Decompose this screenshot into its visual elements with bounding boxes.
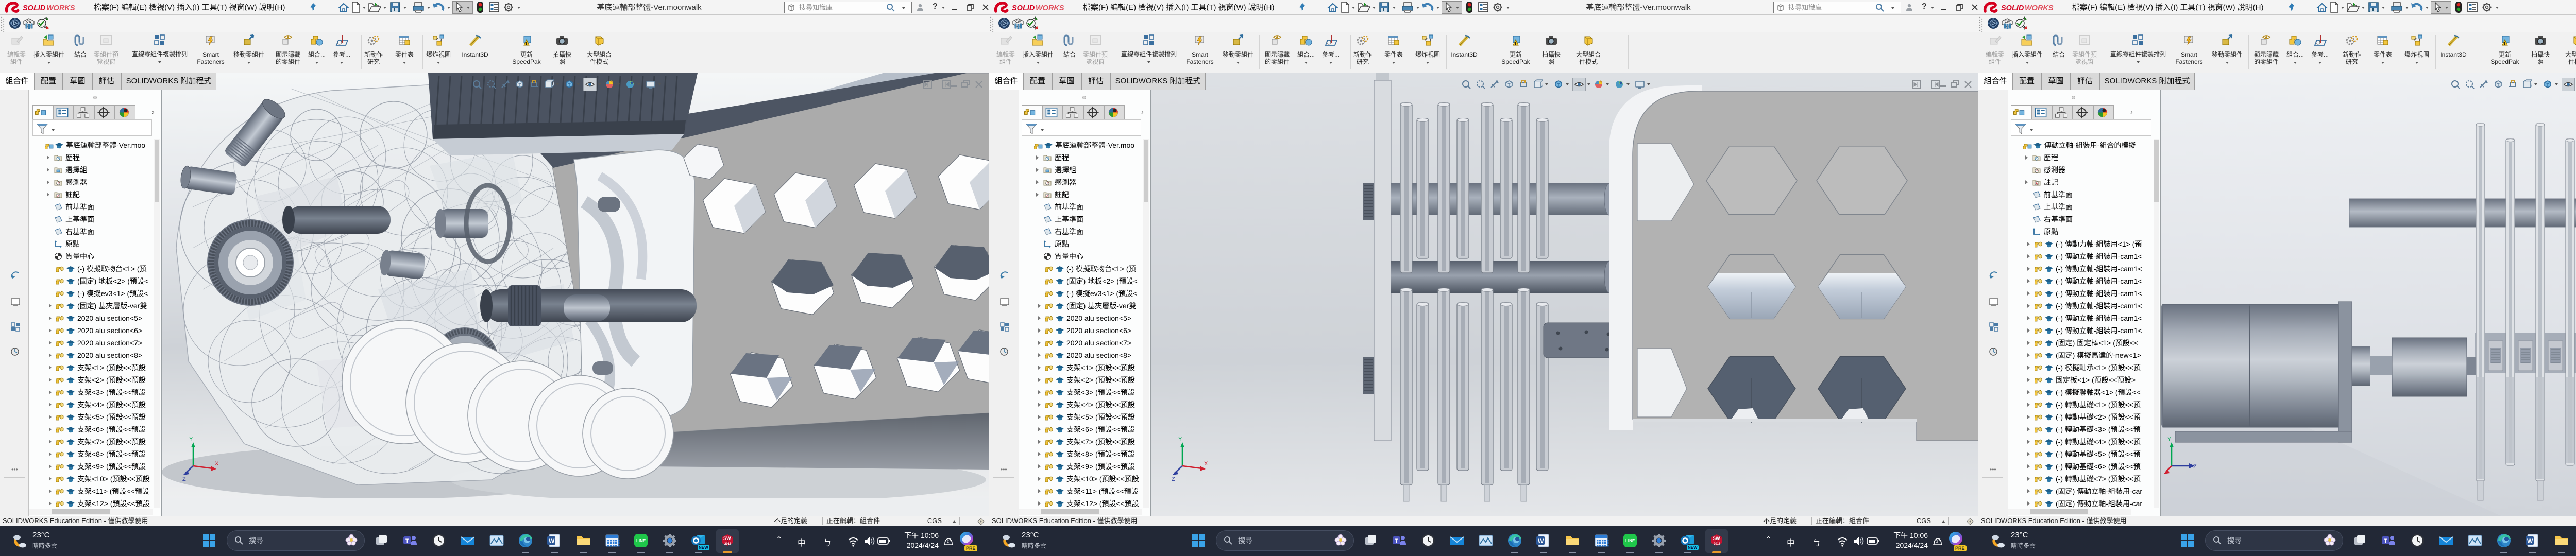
svg-text:!: ! bbox=[1515, 41, 1516, 46]
svg-text:T: T bbox=[2384, 538, 2387, 544]
svg-text:A: A bbox=[2036, 183, 2038, 186]
svg-text:z: z bbox=[947, 539, 949, 544]
svg-text:Y: Y bbox=[2167, 436, 2172, 442]
svg-text:W: W bbox=[2527, 537, 2533, 545]
svg-text:SW: SW bbox=[723, 536, 731, 541]
svg-text:A: A bbox=[1046, 195, 1049, 198]
svg-text:2018: 2018 bbox=[724, 543, 732, 546]
svg-text:SOLID: SOLID bbox=[1012, 4, 1035, 12]
svg-text:z: z bbox=[1936, 539, 1938, 544]
svg-text:Z: Z bbox=[182, 476, 186, 482]
svg-text:X: X bbox=[215, 461, 219, 467]
svg-text:SOLID: SOLID bbox=[2001, 4, 2024, 12]
svg-text:SW: SW bbox=[1713, 536, 1720, 541]
svg-text:W: W bbox=[1538, 537, 1544, 545]
svg-text:CW: CW bbox=[26, 21, 31, 24]
svg-text:!: ! bbox=[2504, 41, 2505, 46]
svg-text:z: z bbox=[1939, 538, 1941, 542]
svg-text:SOLID: SOLID bbox=[23, 4, 46, 12]
svg-text:CW: CW bbox=[1015, 21, 1021, 24]
svg-text:2018: 2018 bbox=[1714, 543, 1721, 546]
svg-text:WORKS: WORKS bbox=[46, 4, 75, 12]
svg-text:LINE: LINE bbox=[636, 538, 646, 543]
svg-text:WORKS: WORKS bbox=[2025, 4, 2054, 12]
svg-text:z: z bbox=[950, 538, 952, 542]
svg-text:!: ! bbox=[526, 41, 527, 46]
svg-text:T: T bbox=[405, 538, 409, 544]
svg-text:CW: CW bbox=[2005, 21, 2010, 24]
svg-text:WORKS: WORKS bbox=[1036, 4, 1064, 12]
svg-text:A: A bbox=[57, 195, 60, 198]
svg-text:Z: Z bbox=[2193, 464, 2197, 470]
svg-text:Y: Y bbox=[1178, 436, 1182, 442]
svg-text:Z: Z bbox=[1172, 476, 1175, 482]
svg-text:X: X bbox=[1204, 461, 1208, 467]
svg-text:LINE: LINE bbox=[1625, 538, 1635, 543]
svg-text:W: W bbox=[549, 537, 555, 545]
svg-text:Y: Y bbox=[189, 436, 193, 442]
svg-text:T: T bbox=[1395, 538, 1398, 544]
